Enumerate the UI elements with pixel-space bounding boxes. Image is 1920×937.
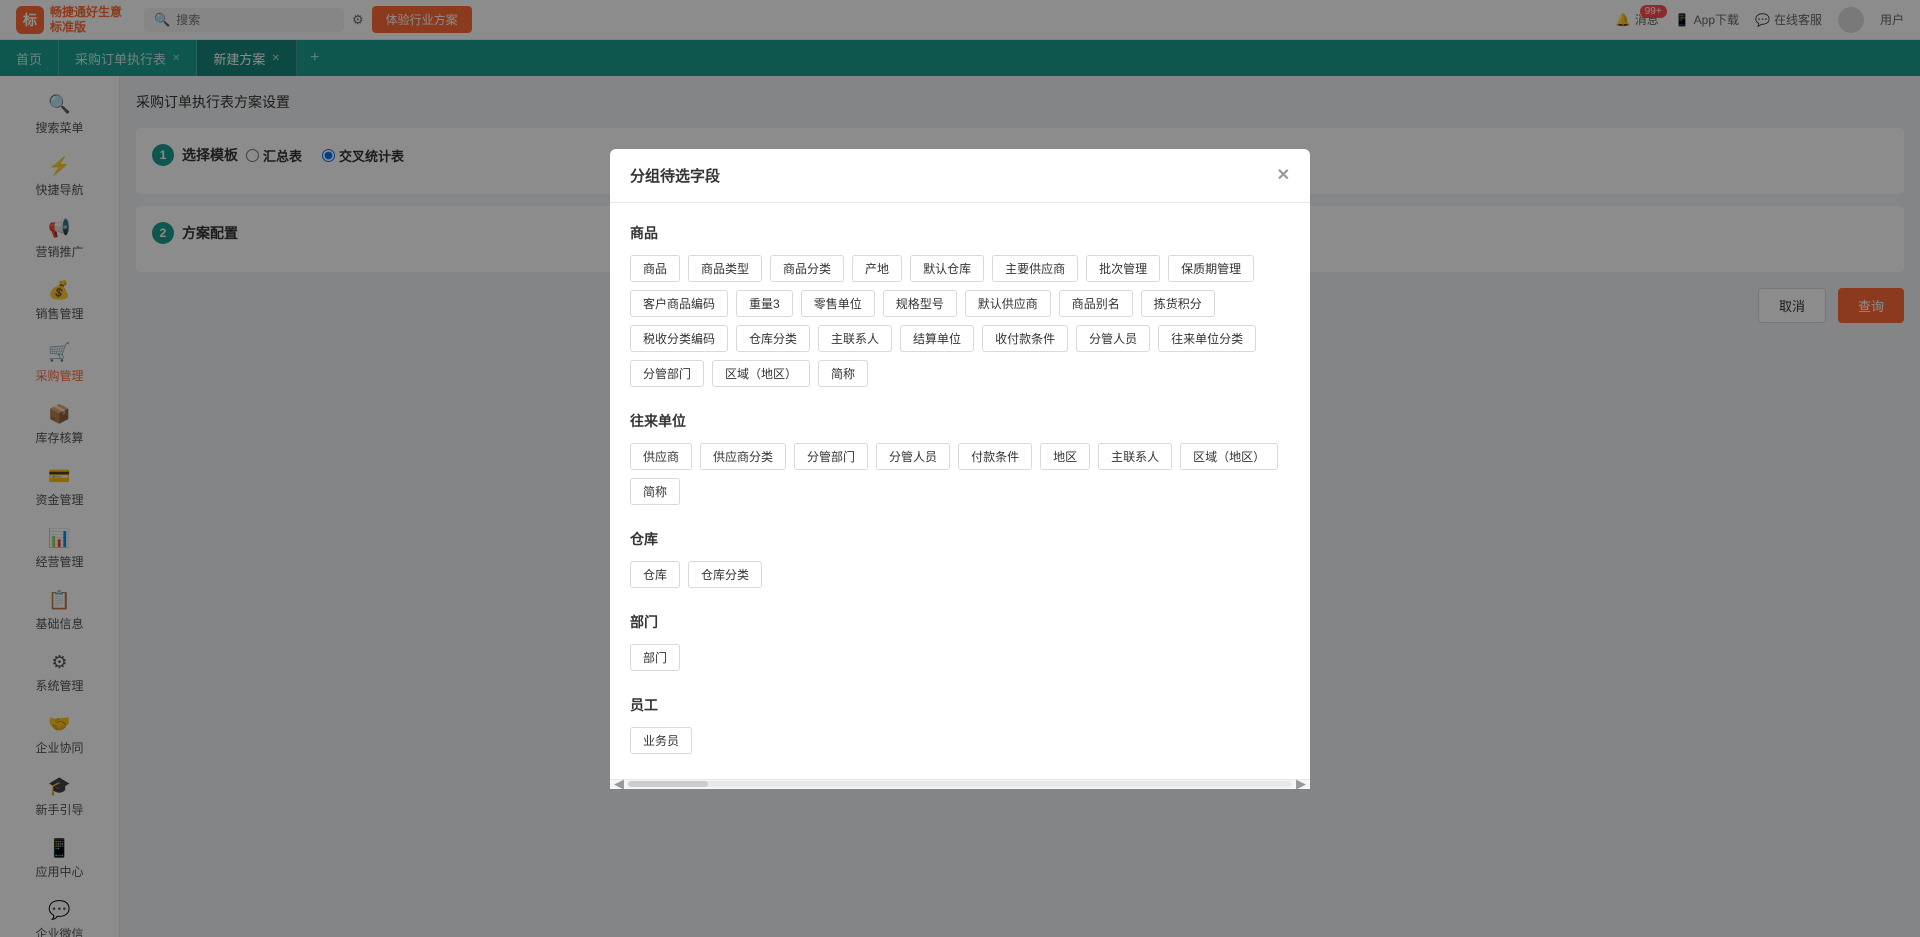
chip-spec-model[interactable]: 规格型号 <box>883 290 957 317</box>
chip-warehouse-cat[interactable]: 仓库分类 <box>736 325 810 352</box>
chip-main-contact[interactable]: 主联系人 <box>818 325 892 352</box>
modal-header: 分组待选字段 ✕ <box>610 149 1310 203</box>
section-product: 商品 商品 商品类型 商品分类 产地 默认仓库 主要供应商 批次管理 保质期管理… <box>630 223 1290 387</box>
chip-tax-code[interactable]: 税收分类编码 <box>630 325 728 352</box>
chip-customer-code[interactable]: 客户商品编码 <box>630 290 728 317</box>
section-dept-chips: 部门 <box>630 644 1290 671</box>
chip-partner-dept[interactable]: 分管部门 <box>794 443 868 470</box>
modal-overlay[interactable]: 分组待选字段 ✕ 商品 商品 商品类型 商品分类 产地 默认仓库 主要供应商 批… <box>0 0 1920 937</box>
chip-main-supplier[interactable]: 主要供应商 <box>992 255 1078 282</box>
chip-pay-terms[interactable]: 付款条件 <box>958 443 1032 470</box>
chip-batch-mgmt[interactable]: 批次管理 <box>1086 255 1160 282</box>
section-product-chips: 商品 商品类型 商品分类 产地 默认仓库 主要供应商 批次管理 保质期管理 客户… <box>630 255 1290 387</box>
modal-title: 分组待选字段 <box>630 165 720 186</box>
chip-product-type[interactable]: 商品类型 <box>688 255 762 282</box>
chip-supplier[interactable]: 供应商 <box>630 443 692 470</box>
section-warehouse-title: 仓库 <box>630 529 1290 549</box>
modal: 分组待选字段 ✕ 商品 商品 商品类型 商品分类 产地 默认仓库 主要供应商 批… <box>610 149 1310 789</box>
chip-area[interactable]: 地区 <box>1040 443 1090 470</box>
chip-supplier-cat[interactable]: 供应商分类 <box>700 443 786 470</box>
chip-department[interactable]: 分管部门 <box>630 360 704 387</box>
modal-body: 商品 商品 商品类型 商品分类 产地 默认仓库 主要供应商 批次管理 保质期管理… <box>610 203 1310 779</box>
chip-retail-unit[interactable]: 零售单位 <box>801 290 875 317</box>
chip-partner-supervisor[interactable]: 分管人员 <box>876 443 950 470</box>
chip-short-name[interactable]: 简称 <box>818 360 868 387</box>
chip-default-supplier[interactable]: 默认供应商 <box>965 290 1051 317</box>
section-dept: 部门 部门 <box>630 612 1290 671</box>
chip-dept[interactable]: 部门 <box>630 644 680 671</box>
hscroll-left-arrow[interactable]: ◀ <box>614 776 624 792</box>
section-staff: 员工 业务员 <box>630 695 1290 754</box>
chip-product-category[interactable]: 商品分类 <box>770 255 844 282</box>
chip-origin[interactable]: 产地 <box>852 255 902 282</box>
chip-default-warehouse[interactable]: 默认仓库 <box>910 255 984 282</box>
section-staff-chips: 业务员 <box>630 727 1290 754</box>
chip-warehouse-category[interactable]: 仓库分类 <box>688 561 762 588</box>
chip-partner-contact[interactable]: 主联系人 <box>1098 443 1172 470</box>
modal-close-button[interactable]: ✕ <box>1277 165 1290 185</box>
chip-salesperson[interactable]: 业务员 <box>630 727 692 754</box>
chip-region[interactable]: 区域（地区） <box>712 360 810 387</box>
chip-product[interactable]: 商品 <box>630 255 680 282</box>
chip-shelf-life[interactable]: 保质期管理 <box>1168 255 1254 282</box>
chip-supervisor[interactable]: 分管人员 <box>1076 325 1150 352</box>
hscroll-right-arrow[interactable]: ▶ <box>1296 776 1306 792</box>
chip-partner-abbr[interactable]: 简称 <box>630 478 680 505</box>
chip-weight3[interactable]: 重量3 <box>736 290 793 317</box>
section-partner-chips: 供应商 供应商分类 分管部门 分管人员 付款条件 地区 主联系人 区域（地区） … <box>630 443 1290 505</box>
chip-partner-category[interactable]: 往来单位分类 <box>1158 325 1256 352</box>
modal-hscrollbar[interactable]: ◀ ▶ <box>610 779 1310 789</box>
section-product-title: 商品 <box>630 223 1290 243</box>
chip-warehouse[interactable]: 仓库 <box>630 561 680 588</box>
section-staff-title: 员工 <box>630 695 1290 715</box>
section-warehouse-chips: 仓库 仓库分类 <box>630 561 1290 588</box>
chip-product-alias[interactable]: 商品别名 <box>1059 290 1133 317</box>
chip-settlement-unit[interactable]: 结算单位 <box>900 325 974 352</box>
hscroll-thumb[interactable] <box>628 781 708 787</box>
chip-payment-terms[interactable]: 收付款条件 <box>982 325 1068 352</box>
chip-partner-region[interactable]: 区域（地区） <box>1180 443 1278 470</box>
chip-pick-points[interactable]: 拣货积分 <box>1141 290 1215 317</box>
section-warehouse: 仓库 仓库 仓库分类 <box>630 529 1290 588</box>
section-partner: 往来单位 供应商 供应商分类 分管部门 分管人员 付款条件 地区 主联系人 区域… <box>630 411 1290 505</box>
section-dept-title: 部门 <box>630 612 1290 632</box>
section-partner-title: 往来单位 <box>630 411 1290 431</box>
